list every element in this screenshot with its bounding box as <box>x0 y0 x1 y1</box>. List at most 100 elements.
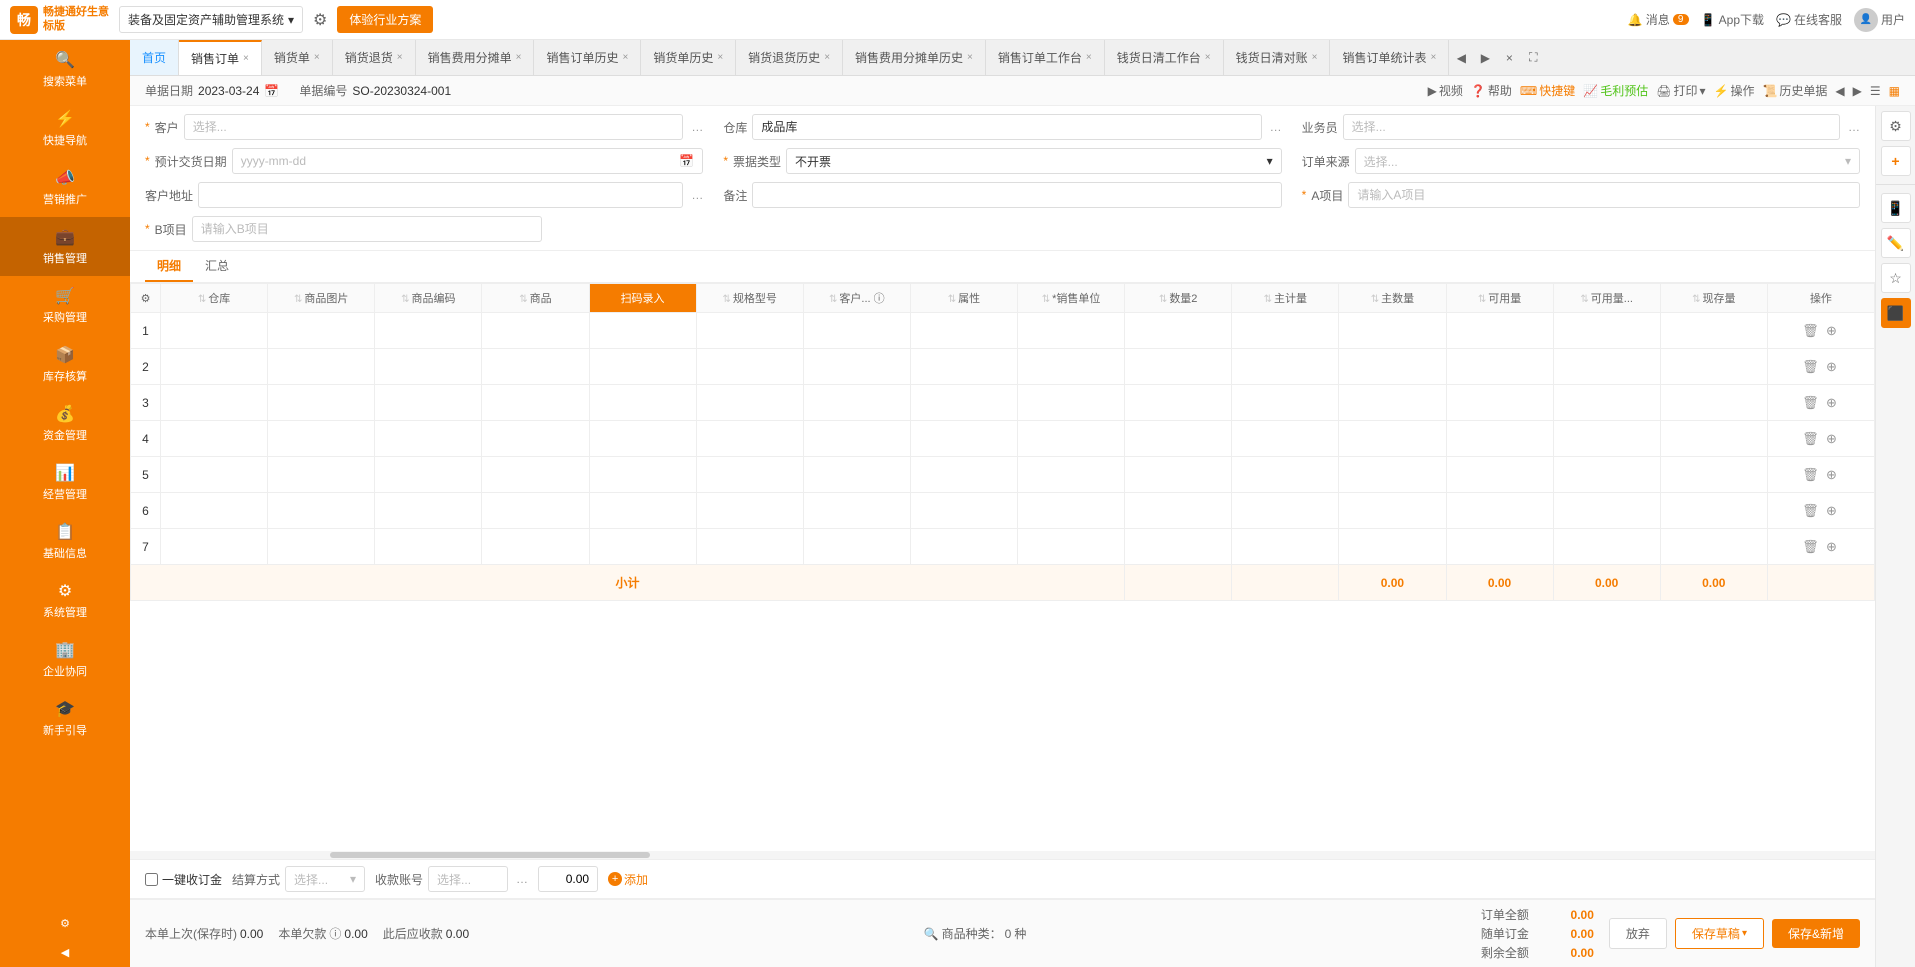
nav-prev-btn[interactable]: ◀ <box>1835 84 1844 98</box>
row-qty2[interactable] <box>1125 385 1232 421</box>
a-project-input[interactable]: 请输入A项目 <box>1348 182 1860 208</box>
row-available2[interactable] <box>1553 385 1660 421</box>
row-product-code[interactable] <box>375 529 482 565</box>
tab-sales-refund[interactable]: 销货退货 × <box>333 40 416 76</box>
tab-sales-fee[interactable]: 销售费用分摊单 × <box>416 40 535 76</box>
row-warehouse[interactable] <box>161 349 268 385</box>
table-tab-detail[interactable]: 明细 <box>145 251 193 282</box>
row-stock[interactable] <box>1660 457 1767 493</box>
tab-close-sales-fee[interactable]: × <box>516 52 522 63</box>
th-available[interactable]: 可用量 <box>1446 284 1553 313</box>
row-product-code[interactable] <box>375 349 482 385</box>
goods-count-icon[interactable]: 🔍 <box>924 927 939 941</box>
row-stock[interactable] <box>1660 385 1767 421</box>
row-delete-btn[interactable]: 🗑 <box>1801 538 1819 556</box>
row-stock[interactable] <box>1660 421 1767 457</box>
notice-item[interactable]: 🔔 消息 9 <box>1628 11 1689 28</box>
sidebar-item-quick[interactable]: ⚡ 快捷导航 <box>0 99 130 158</box>
row-delete-btn[interactable]: 🗑 <box>1801 358 1819 376</box>
sidebar-item-base[interactable]: 📋 基础信息 <box>0 512 130 571</box>
row-stock[interactable] <box>1660 493 1767 529</box>
row-spec[interactable] <box>696 385 803 421</box>
row-main-unit[interactable] <box>1232 349 1339 385</box>
row-copy-btn[interactable]: ⊕ <box>1822 430 1840 448</box>
row-scan[interactable] <box>589 313 696 349</box>
row-available2[interactable] <box>1553 457 1660 493</box>
settlement-select[interactable]: 选择... ▾ <box>285 866 365 892</box>
row-attr[interactable] <box>910 385 1017 421</box>
row-delete-btn[interactable]: 🗑 <box>1801 466 1819 484</box>
tab-close-sales-refund[interactable]: × <box>397 52 403 63</box>
sidebar-item-guide[interactable]: 🎓 新手引导 <box>0 689 130 748</box>
tab-close-sales-refund-hist[interactable]: × <box>824 52 830 63</box>
list-view-btn[interactable]: ☰ <box>1870 84 1881 98</box>
right-panel-mobile-btn[interactable]: 📱 <box>1881 193 1911 223</box>
right-panel-star-btn[interactable]: ☆ <box>1881 263 1911 293</box>
tab-sales-return-hist[interactable]: 销货单历史 × <box>641 40 736 76</box>
row-copy-btn[interactable]: ⊕ <box>1822 322 1840 340</box>
row-spec[interactable] <box>696 529 803 565</box>
tab-sales-order[interactable]: 销售订单 × <box>179 40 262 76</box>
row-product-code[interactable] <box>375 385 482 421</box>
row-sales-unit[interactable] <box>1018 421 1125 457</box>
sidebar-item-finance[interactable]: 💰 资金管理 <box>0 394 130 453</box>
row-product[interactable] <box>482 421 589 457</box>
row-product-img[interactable] <box>268 493 375 529</box>
row-spec[interactable] <box>696 457 803 493</box>
row-product-img[interactable] <box>268 457 375 493</box>
th-warehouse[interactable]: 仓库 <box>161 284 268 313</box>
tab-close-sales-order-hist[interactable]: × <box>622 52 628 63</box>
print-btn[interactable]: 🖨 打印 ▾ <box>1656 82 1705 99</box>
right-panel-edit-btn[interactable]: ✏️ <box>1881 228 1911 258</box>
row-main-unit[interactable] <box>1232 385 1339 421</box>
row-available2[interactable] <box>1553 493 1660 529</box>
row-warehouse[interactable] <box>161 493 268 529</box>
row-attr[interactable] <box>910 493 1017 529</box>
industry-btn[interactable]: 体验行业方案 <box>337 6 433 33</box>
calendar-icon[interactable]: 📅 <box>264 84 279 98</box>
app-download-item[interactable]: 📱 App下载 <box>1701 11 1764 28</box>
row-available[interactable] <box>1446 457 1553 493</box>
one-click-checkbox-input[interactable] <box>145 873 158 886</box>
tab-close-sales-fee-hist[interactable]: × <box>967 52 973 63</box>
sidebar-item-promo[interactable]: 📣 营销推广 <box>0 158 130 217</box>
invoice-type-select[interactable]: 不开票 ▾ <box>786 148 1282 174</box>
row-qty2[interactable] <box>1125 457 1232 493</box>
order-source-select[interactable]: 选择... ▾ <box>1355 148 1860 174</box>
tab-close-sales-workbench[interactable]: × <box>1086 52 1092 63</box>
tab-sales-stats[interactable]: 销售订单统计表 × <box>1330 40 1449 76</box>
row-main-qty[interactable] <box>1339 421 1446 457</box>
tab-close-sales-order[interactable]: × <box>243 53 249 64</box>
salesperson-input[interactable]: 选择... <box>1343 114 1840 140</box>
row-product[interactable] <box>482 529 589 565</box>
row-scan[interactable] <box>589 493 696 529</box>
view-btn[interactable]: ▶ 视频 <box>1428 82 1463 99</box>
account-select[interactable]: 选择... <box>428 866 508 892</box>
save-draft-btn[interactable]: 保存草稿 ▾ <box>1675 918 1764 949</box>
row-warehouse[interactable] <box>161 421 268 457</box>
row-warehouse[interactable] <box>161 529 268 565</box>
row-product[interactable] <box>482 385 589 421</box>
shortcut-btn[interactable]: ⌨ 快捷键 <box>1520 82 1575 99</box>
row-sales-unit[interactable] <box>1018 385 1125 421</box>
row-product[interactable] <box>482 349 589 385</box>
row-main-unit[interactable] <box>1232 529 1339 565</box>
one-click-checkbox[interactable]: 一键收订金 <box>145 871 222 888</box>
row-stock[interactable] <box>1660 349 1767 385</box>
row-attr[interactable] <box>910 421 1017 457</box>
row-sales-unit[interactable] <box>1018 313 1125 349</box>
tab-menu-btn[interactable]: × <box>1497 40 1521 76</box>
row-spec[interactable] <box>696 493 803 529</box>
account-more-btn[interactable]: … <box>516 872 528 886</box>
row-stock[interactable] <box>1660 313 1767 349</box>
tab-close-credit-daily[interactable]: × <box>1205 52 1211 63</box>
tab-close-credit-reconcile[interactable]: × <box>1312 52 1318 63</box>
row-available2[interactable] <box>1553 349 1660 385</box>
row-customer-attr[interactable] <box>803 493 910 529</box>
tab-sales-return[interactable]: 销货单 × <box>262 40 333 76</box>
row-delete-btn[interactable]: 🗑 <box>1801 322 1819 340</box>
nav-next-btn[interactable]: ▶ <box>1853 84 1862 98</box>
scrollbar-area[interactable] <box>130 851 1875 859</box>
row-sales-unit[interactable] <box>1018 493 1125 529</box>
save-new-btn[interactable]: 保存&新增 <box>1772 919 1860 948</box>
